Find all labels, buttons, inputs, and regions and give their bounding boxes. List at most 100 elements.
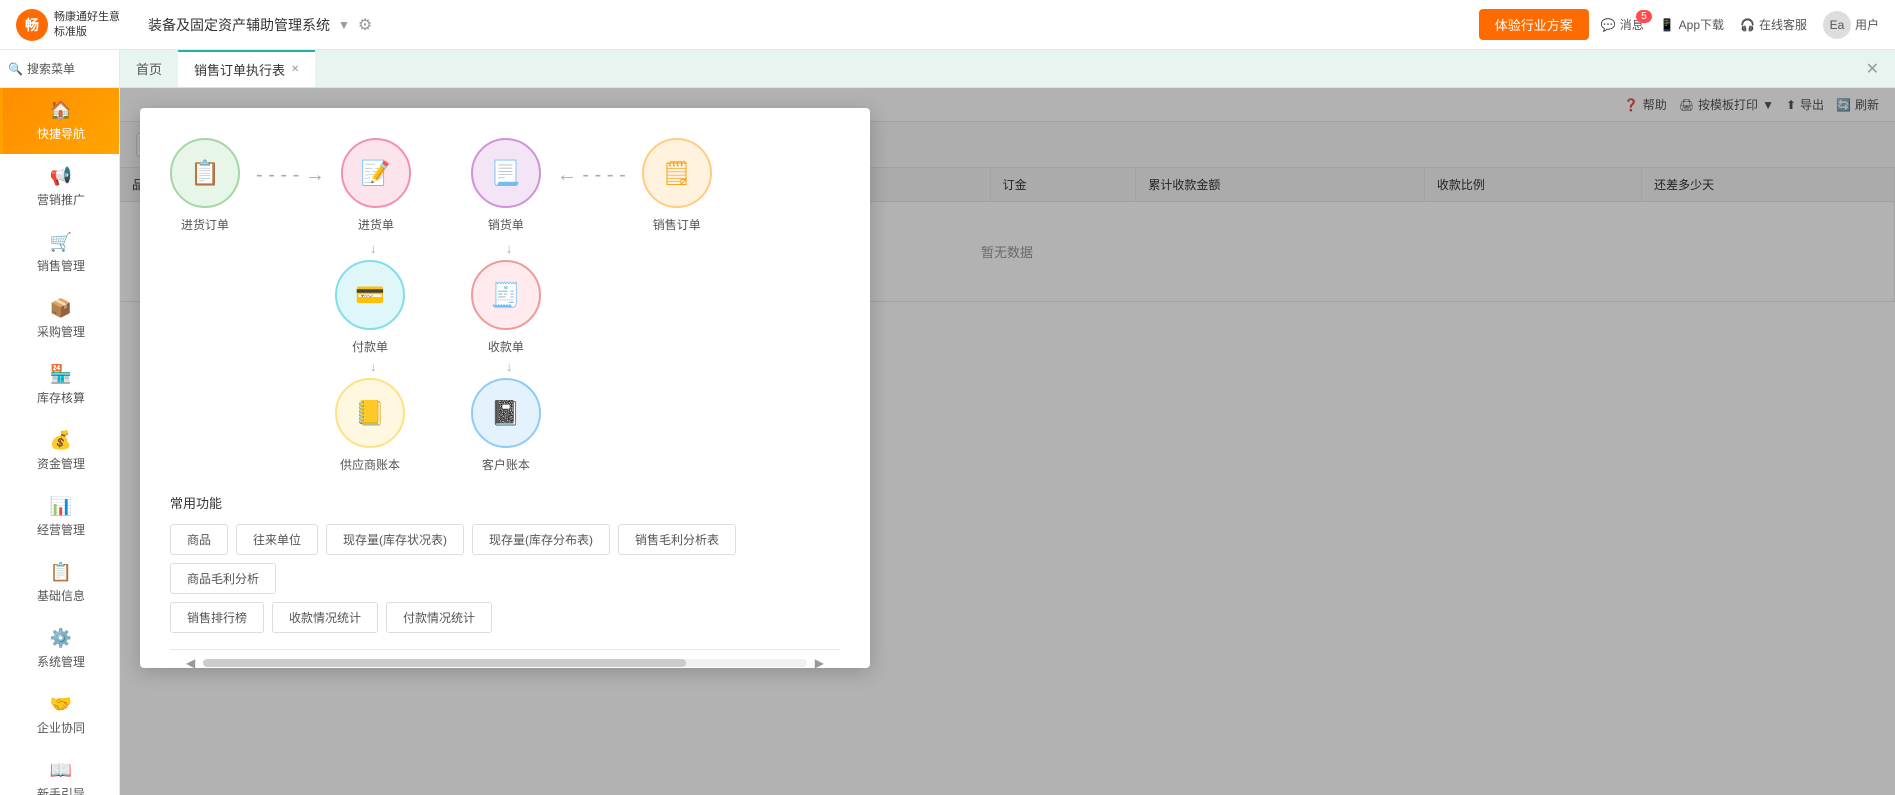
top-right-area: 💬 5 消息 📱 App下载 🎧 在线客服 Ea 用户 — [1601, 11, 1879, 39]
sidebar-item-sales[interactable]: 🛒 销售管理 — [0, 220, 119, 286]
receipt-bill-label: 收款单 — [488, 338, 524, 355]
main-area: 🔍 搜索菜单 🏠 快捷导航 📢 营销推广 🛒 销售管理 📦 采购管理 🏪 — [0, 50, 1895, 795]
sales-bill-circle[interactable]: 📃 — [471, 138, 541, 208]
user-item[interactable]: Ea 用户 — [1823, 11, 1879, 39]
content-area: 首页 销售订单执行表 ✕ ✕ ❓ 帮助 — [120, 50, 1895, 795]
common-btn-sales-gross[interactable]: 销售毛利分析表 — [618, 524, 736, 555]
app-download-item[interactable]: 📱 App下载 — [1660, 16, 1724, 33]
modal-scroll-area: ◀ ▶ — [170, 649, 840, 668]
sidebar: 🔍 搜索菜单 🏠 快捷导航 📢 营销推广 🛒 销售管理 📦 采购管理 🏪 — [0, 50, 120, 795]
guide-icon: 📖 — [50, 760, 72, 781]
sidebar-item-operation[interactable]: 📊 经营管理 — [0, 484, 119, 550]
common-btn-receipt-stats[interactable]: 收款情况统计 — [272, 602, 378, 633]
sidebar-item-finance[interactable]: 💰 资金管理 — [0, 418, 119, 484]
purchase-bill-item: 📝 进货单 — [341, 138, 411, 233]
flow-row-1: 📋 进货订单 - - - - → 📝 进货单 — [170, 138, 840, 473]
supplier-item-wrapper: 📒 供应商账本 — [335, 378, 405, 473]
purchase-bill-label: 进货单 — [358, 216, 394, 233]
page-content: ❓ 帮助 🖨 按模板打印 ▼ ⬆ 导出 🔄 — [120, 88, 1895, 795]
right-flow: 📃 销货单 ← - - - - 🗒 销售订单 — [471, 138, 712, 473]
sales-order-item: 🗒 销售订单 — [642, 138, 712, 233]
purchase-flow-top: 📋 进货订单 - - - - → 📝 进货单 — [170, 138, 411, 233]
receipt-bill-item: 🧾 收款单 — [471, 260, 541, 355]
common-btn-stock-dist[interactable]: 现存量(库存分布表) — [472, 524, 610, 555]
purchase-order-label: 进货订单 — [181, 216, 229, 233]
modal: 📋 进货订单 - - - - → 📝 进货单 — [140, 108, 870, 668]
logo-icon: 畅 — [16, 9, 48, 41]
scroll-track[interactable] — [203, 659, 807, 667]
down-arrow-receipt: ↓ — [506, 359, 513, 374]
sys-icon: ⚙️ — [50, 628, 72, 649]
flow-section: 📋 进货订单 - - - - → 📝 进货单 — [170, 138, 840, 473]
receipt-bill-circle[interactable]: 🧾 — [471, 260, 541, 330]
common-buttons-container: 商品 往来单位 现存量(库存状况表) 现存量(库存分布表) 销售毛利分析表 商品… — [170, 524, 840, 594]
sidebar-item-inventory[interactable]: 🏪 库存核算 — [0, 352, 119, 418]
common-btn-stock-status[interactable]: 现存量(库存状况表) — [326, 524, 464, 555]
sidebar-item-quick-nav[interactable]: 🏠 快捷导航 — [0, 88, 119, 154]
common-btn-product[interactable]: 商品 — [170, 524, 228, 555]
logo-text: 畅康通好生意 标准版 — [54, 10, 120, 39]
marketing-icon: 📢 — [50, 166, 72, 187]
supplier-ledger-label: 供应商账本 — [340, 456, 400, 473]
system-title-text: 装备及固定资产辅助管理系统 — [148, 15, 330, 35]
sales-icon: 🛒 — [50, 232, 72, 253]
customer-ledger-circle[interactable]: 📓 — [471, 378, 541, 448]
common-btn-sales-rank[interactable]: 销售排行榜 — [170, 602, 264, 633]
phone-icon: 📱 — [1660, 18, 1675, 32]
payment-bill-circle[interactable]: 💳 — [335, 260, 405, 330]
app-container: 畅 畅康通好生意 标准版 装备及固定资产辅助管理系统 ▼ ⚙ 体验行业方案 💬 … — [0, 0, 1895, 795]
sales-bill-label: 销货单 — [488, 216, 524, 233]
scroll-right-icon[interactable]: ▶ — [815, 656, 824, 668]
top-bar: 畅 畅康通好生意 标准版 装备及固定资产辅助管理系统 ▼ ⚙ 体验行业方案 💬 … — [0, 0, 1895, 50]
customer-item-wrapper: 📓 客户账本 — [471, 378, 541, 473]
operation-icon: 📊 — [50, 496, 72, 517]
sidebar-search[interactable]: 🔍 搜索菜单 — [0, 50, 119, 88]
purchase-icon: 📦 — [50, 298, 72, 319]
common-btn-partner[interactable]: 往来单位 — [236, 524, 318, 555]
tab-home[interactable]: 首页 — [120, 50, 178, 87]
sidebar-item-guide[interactable]: 📖 新手引导 — [0, 748, 119, 795]
purchase-order-item: 📋 进货订单 — [170, 138, 240, 233]
common-functions-title: 常用功能 — [170, 493, 840, 512]
message-icon: 💬 — [1601, 18, 1616, 32]
tab-close-icon[interactable]: ✕ — [291, 64, 299, 75]
purchase-bill-circle[interactable]: 📝 — [341, 138, 411, 208]
sidebar-item-marketing[interactable]: 📢 营销推广 — [0, 154, 119, 220]
search-icon: 🔍 — [8, 62, 23, 76]
sidebar-item-basic-info[interactable]: 📋 基础信息 — [0, 550, 119, 616]
tab-bar: 首页 销售订单执行表 ✕ ✕ — [120, 50, 1895, 88]
modal-overlay[interactable]: 📋 进货订单 - - - - → 📝 进货单 — [120, 88, 1895, 795]
headset-icon: 🎧 — [1740, 18, 1755, 32]
payment-bill-item: 💳 付款单 — [335, 260, 405, 355]
common-buttons-row2: 销售排行榜 收款情况统计 付款情况统计 — [170, 602, 840, 633]
sales-flow-top: 📃 销货单 ← - - - - 🗒 销售订单 — [471, 138, 712, 233]
receipt-item-wrapper: 🧾 收款单 — [471, 260, 541, 355]
supplier-ledger-circle[interactable]: 📒 — [335, 378, 405, 448]
common-btn-payment-stats[interactable]: 付款情况统计 — [386, 602, 492, 633]
message-icon-item[interactable]: 💬 5 消息 — [1601, 16, 1644, 33]
customer-ledger-item: 📓 客户账本 — [471, 378, 541, 473]
system-dropdown-icon[interactable]: ▼ — [338, 18, 350, 32]
avatar: Ea — [1823, 11, 1851, 39]
down-arrow-purchase: ↓ — [370, 241, 377, 256]
tab-sales-exec[interactable]: 销售订单执行表 ✕ — [178, 50, 315, 87]
online-service-item[interactable]: 🎧 在线客服 — [1740, 16, 1807, 33]
scroll-left-icon[interactable]: ◀ — [186, 656, 195, 668]
settings-gear-icon[interactable]: ⚙ — [358, 15, 372, 35]
sales-order-label: 销售订单 — [653, 216, 701, 233]
inventory-icon: 🏪 — [50, 364, 72, 385]
supplier-ledger-item: 📒 供应商账本 — [335, 378, 405, 473]
logo-area: 畅 畅康通好生意 标准版 — [16, 9, 136, 41]
trial-button[interactable]: 体验行业方案 — [1479, 9, 1589, 40]
sales-order-circle[interactable]: 🗒 — [642, 138, 712, 208]
purchase-order-circle[interactable]: 📋 — [170, 138, 240, 208]
common-btn-product-gross[interactable]: 商品毛利分析 — [170, 563, 276, 594]
common-section: 常用功能 商品 往来单位 现存量(库存状况表) 现存量(库存分布表) 销售毛利分… — [170, 493, 840, 633]
sidebar-item-enterprise[interactable]: 🤝 企业协同 — [0, 682, 119, 748]
sidebar-item-purchase[interactable]: 📦 采购管理 — [0, 286, 119, 352]
payment-item-wrapper: 💳 付款单 — [335, 260, 405, 355]
sidebar-item-sys-mgmt[interactable]: ⚙️ 系统管理 — [0, 616, 119, 682]
tab-close-right-icon[interactable]: ✕ — [1866, 59, 1895, 79]
left-arrow-1: ← - - - - — [557, 164, 626, 187]
system-title-area: 装备及固定资产辅助管理系统 ▼ ⚙ — [148, 15, 1467, 35]
